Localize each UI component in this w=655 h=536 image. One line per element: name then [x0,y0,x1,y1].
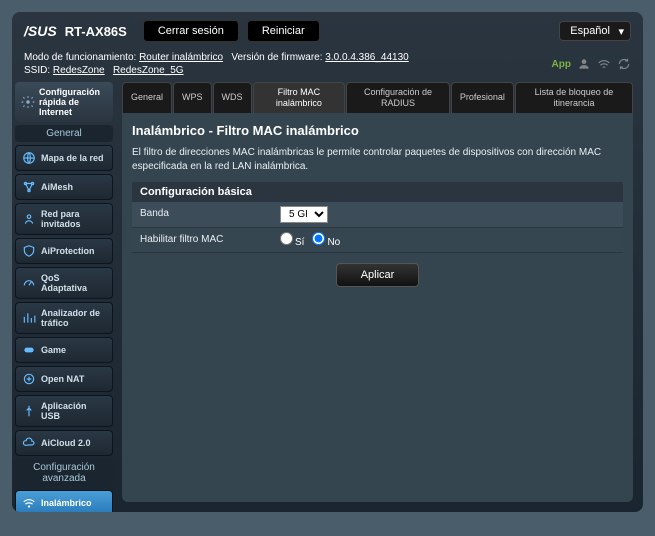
radio-no[interactable] [312,232,325,245]
wifi-icon[interactable] [597,57,611,71]
ssid2[interactable]: RedesZone_5G [113,65,184,76]
quick-setup[interactable]: Configuración rápida de Internet [15,82,113,122]
band-label: Banda [132,202,272,227]
content-area: General WPS WDS Filtro MAC inalámbrico C… [116,82,643,512]
chart-icon [22,311,36,325]
usb-icon [22,404,36,418]
advanced-section-label: Configuración avanzada [15,459,113,487]
tab-bar: General WPS WDS Filtro MAC inalámbrico C… [122,82,633,113]
sidebar-item-usb[interactable]: Aplicación USB [15,395,113,427]
config-header: Configuración básica [132,182,623,202]
model-name: RT-AX86S [65,24,127,39]
panel-title: Inalámbrico - Filtro MAC inalámbrico [132,123,623,138]
wireless-icon [22,496,36,510]
tab-wds[interactable]: WDS [213,82,252,113]
apply-button[interactable]: Aplicar [336,263,420,287]
gauge-icon [22,276,36,290]
radio-yes-label[interactable]: Sí [280,232,304,248]
globe-icon [22,151,36,165]
enable-label: Habilitar filtro MAC [132,228,272,252]
panel-description: El filtro de direcciones MAC inalámbrica… [132,146,623,174]
fw-label: Versión de firmware: [231,52,322,63]
refresh-icon[interactable] [617,57,631,71]
ssid1[interactable]: RedesZone [53,65,105,76]
sidebar-item-traffic[interactable]: Analizador de tráfico [15,302,113,334]
tab-roaming-block[interactable]: Lista de bloqueo de itinerancia [515,82,633,113]
mode-value[interactable]: Router inalámbrico [139,52,223,63]
guest-icon [22,212,36,226]
sidebar-item-wireless[interactable]: Inalámbrico [15,490,113,512]
sidebar-item-guest-network[interactable]: Red para invitados [15,203,113,235]
sidebar-item-qos[interactable]: QoS Adaptativa [15,267,113,299]
tab-wps[interactable]: WPS [173,82,212,113]
shield-icon [22,244,36,258]
tab-general[interactable]: General [122,82,172,113]
reboot-button[interactable]: Reiniciar [247,20,320,42]
nat-icon [22,372,36,386]
gamepad-icon [22,343,36,357]
sidebar-item-network-map[interactable]: Mapa de la red [15,145,113,171]
users-icon[interactable] [577,57,591,71]
radio-yes[interactable] [280,232,293,245]
logout-button[interactable]: Cerrar sesión [143,20,239,42]
sidebar-item-aicloud[interactable]: AiCloud 2.0 [15,430,113,456]
row-enable-filter: Habilitar filtro MAC Sí No [132,228,623,253]
sidebar-item-aimesh[interactable]: AiMesh [15,174,113,200]
radio-no-label[interactable]: No [312,232,340,248]
info-bar: Modo de funcionamiento: Router inalámbri… [12,50,643,82]
gear-icon [21,95,35,109]
band-select[interactable]: 5 GHz [280,206,328,223]
app-link[interactable]: App [552,59,571,70]
sidebar-item-opennat[interactable]: Open NAT [15,366,113,392]
mesh-icon [22,180,36,194]
brand-logo: /SUS [24,23,57,39]
ssid-label: SSID: [24,65,50,76]
cloud-icon [22,436,36,450]
row-band: Banda 5 GHz [132,202,623,228]
fw-value[interactable]: 3.0.0.4.386_44130 [325,52,408,63]
general-section-label: General [15,125,113,142]
sidebar: Configuración rápida de Internet General… [12,82,116,512]
tab-mac-filter[interactable]: Filtro MAC inalámbrico [253,82,346,113]
language-select[interactable]: Español [559,21,631,41]
mode-label: Modo de funcionamiento: [24,52,136,63]
tab-professional[interactable]: Profesional [451,82,514,113]
sidebar-item-game[interactable]: Game [15,337,113,363]
tab-radius[interactable]: Configuración de RADIUS [346,82,450,113]
sidebar-item-aiprotection[interactable]: AiProtection [15,238,113,264]
top-bar: /SUS RT-AX86S Cerrar sesión Reiniciar Es… [12,12,643,50]
main-panel: Inalámbrico - Filtro MAC inalámbrico El … [122,113,633,502]
